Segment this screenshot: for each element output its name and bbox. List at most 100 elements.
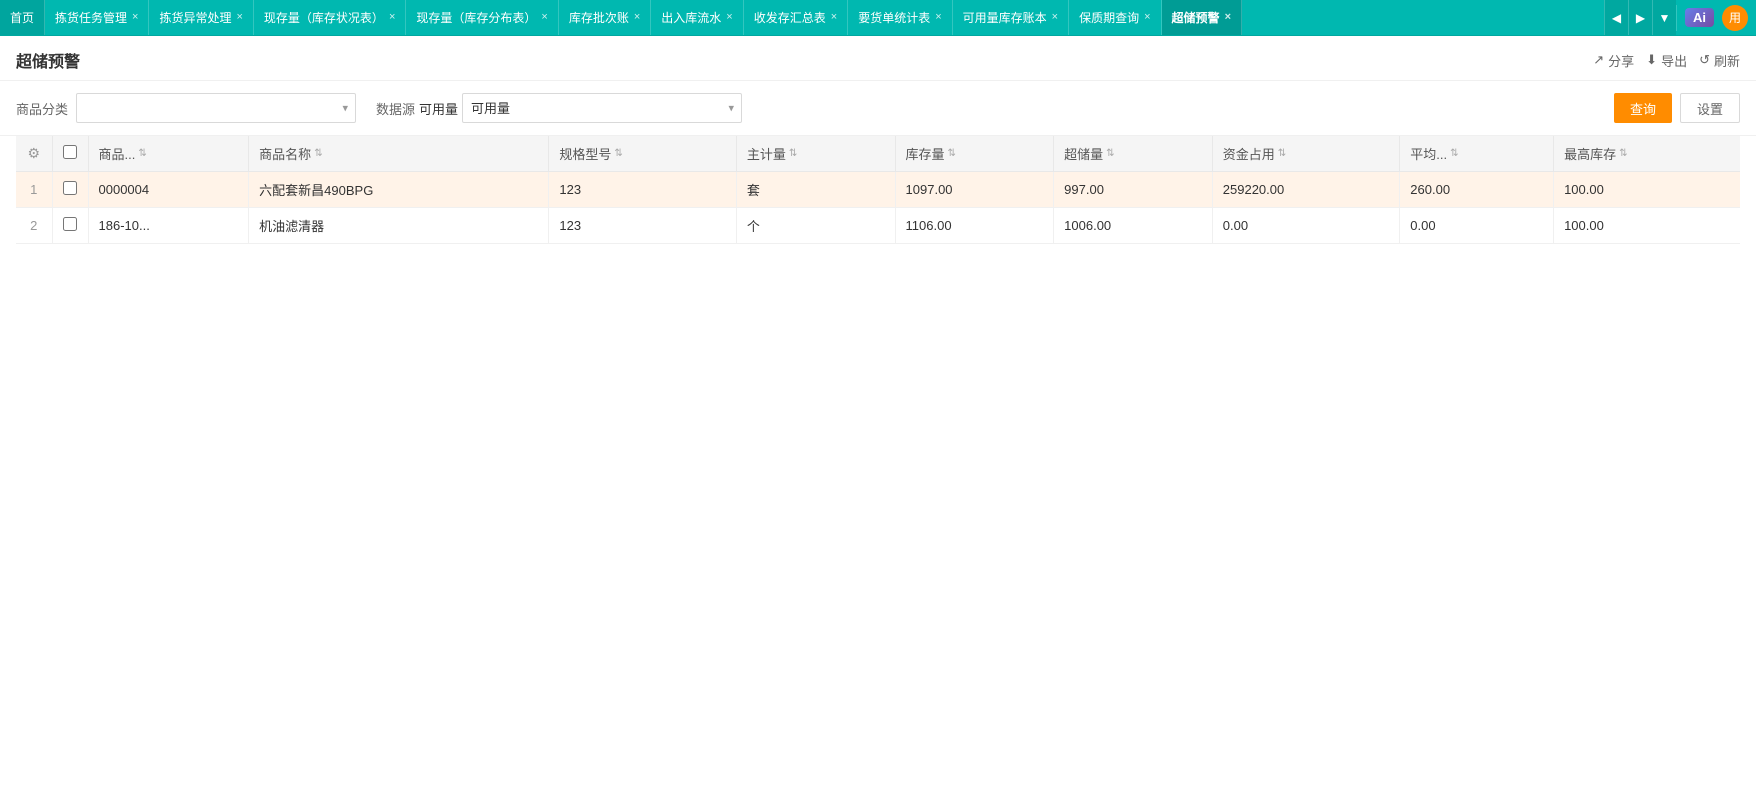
avatar[interactable]: 用 <box>1722 5 1748 31</box>
nav-item-7[interactable]: 收发存汇总表 × <box>744 0 848 36</box>
nav-close-icon-1[interactable]: × <box>132 12 138 23</box>
cell-max_stock-1: 100.00 <box>1554 208 1740 244</box>
table-header-row: ⚙ 商品... ⇅ 商品名称 ⇅ <box>16 136 1740 172</box>
share-icon: ↗ <box>1593 52 1604 68</box>
th-capital[interactable]: 资金占用 ⇅ <box>1212 136 1400 172</box>
nav-item-label-2: 拣货异常处理 <box>159 9 231 26</box>
page-actions: ↗ 分享 ⬇ 导出 ↺ 刷新 <box>1593 51 1740 70</box>
cell-capital-1: 0.00 <box>1212 208 1400 244</box>
nav-item-9[interactable]: 可用量库存账本 × <box>953 0 1069 36</box>
row-checkbox-0[interactable] <box>63 181 77 195</box>
datasource-select[interactable]: 可用量 <box>462 93 742 123</box>
table-row: 2186-10...机油滤清器123个1106.001006.000.000.0… <box>16 208 1740 244</box>
sort-icon-unit: ⇅ <box>789 148 797 159</box>
refresh-label: 刷新 <box>1714 51 1740 70</box>
nav-close-icon-4[interactable]: × <box>541 12 547 23</box>
sort-icon-overflow: ⇅ <box>1106 148 1114 159</box>
nav-item-label-4: 现存量（库存分布表） <box>416 9 536 26</box>
nav-close-icon-9[interactable]: × <box>1052 12 1058 23</box>
nav-item-10[interactable]: 保质期查询 × <box>1069 0 1161 36</box>
share-label: 分享 <box>1608 51 1634 70</box>
cell-max_stock-0: 100.00 <box>1554 172 1740 208</box>
table-row: 10000004六配套新昌490BPG123套1097.00997.002592… <box>16 172 1740 208</box>
nav-item-4[interactable]: 现存量（库存分布表） × <box>406 0 558 36</box>
sort-icon-stock: ⇅ <box>948 148 956 159</box>
nav-close-icon-3[interactable]: × <box>389 12 395 23</box>
nav-next-button[interactable]: ▶ <box>1628 0 1652 36</box>
cell-avg-0: 260.00 <box>1400 172 1554 208</box>
nav-arrows: ◀ ▶ ▼ <box>1604 0 1676 36</box>
nav-item-8[interactable]: 要货单统计表 × <box>848 0 952 36</box>
th-unit[interactable]: 主计量 ⇅ <box>736 136 895 172</box>
cell-spec-0: 123 <box>549 172 737 208</box>
row-settings-1: 2 <box>16 208 52 244</box>
nav-prev-button[interactable]: ◀ <box>1604 0 1628 36</box>
cell-product_code-0: 0000004 <box>88 172 249 208</box>
th-max-stock[interactable]: 最高库存 ⇅ <box>1554 136 1740 172</box>
category-label: 商品分类 <box>16 99 68 118</box>
table-gear-icon[interactable]: ⚙ <box>27 145 40 161</box>
sort-icon-avg: ⇅ <box>1450 148 1458 159</box>
nav-item-label-8: 要货单统计表 <box>858 9 930 26</box>
th-product-code[interactable]: 商品... ⇅ <box>88 136 249 172</box>
query-button[interactable]: 查询 <box>1614 93 1672 123</box>
refresh-link[interactable]: ↺ 刷新 <box>1699 51 1740 70</box>
row-checkbox-1[interactable] <box>63 217 77 231</box>
nav-item-label-7: 收发存汇总表 <box>754 9 826 26</box>
cell-product_code-1: 186-10... <box>88 208 249 244</box>
nav-item-label-0: 首页 <box>10 9 34 26</box>
export-link[interactable]: ⬇ 导出 <box>1646 51 1687 70</box>
cell-stock-0: 1097.00 <box>895 172 1054 208</box>
nav-item-2[interactable]: 拣货异常处理 × <box>149 0 253 36</box>
th-spec[interactable]: 规格型号 ⇅ <box>549 136 737 172</box>
nav-close-icon-8[interactable]: × <box>935 12 941 23</box>
page-header: 超储预警 ↗ 分享 ⬇ 导出 ↺ 刷新 <box>0 36 1756 81</box>
cell-unit-1: 个 <box>736 208 895 244</box>
nav-item-0[interactable]: 首页 <box>0 0 45 36</box>
filter-bar: 商品分类 ▾ 数据源 可用量 可用量 ▾ 查询 设置 <box>0 81 1756 136</box>
nav-item-1[interactable]: 拣货任务管理 × <box>45 0 149 36</box>
th-overflow[interactable]: 超储量 ⇅ <box>1054 136 1213 172</box>
top-navigation: 首页拣货任务管理 ×拣货异常处理 ×现存量（库存状况表） ×现存量（库存分布表）… <box>0 0 1756 36</box>
cell-overflow-0: 997.00 <box>1054 172 1213 208</box>
cell-product_name-1: 机油滤清器 <box>249 208 549 244</box>
th-checkbox <box>52 136 88 172</box>
share-link[interactable]: ↗ 分享 <box>1593 51 1634 70</box>
sort-icon-product-name: ⇅ <box>314 148 322 159</box>
sort-icon-max-stock: ⇅ <box>1619 148 1627 159</box>
nav-close-icon-10[interactable]: × <box>1144 12 1150 23</box>
export-icon: ⬇ <box>1646 52 1657 68</box>
th-stock[interactable]: 库存量 ⇅ <box>895 136 1054 172</box>
page-content: 超储预警 ↗ 分享 ⬇ 导出 ↺ 刷新 商品分类 ▾ <box>0 36 1756 800</box>
nav-item-label-9: 可用量库存账本 <box>963 9 1047 26</box>
nav-item-label-3: 现存量（库存状况表） <box>264 9 384 26</box>
cell-product_name-0: 六配套新昌490BPG <box>249 172 549 208</box>
nav-item-label-6: 出入库流水 <box>661 9 721 26</box>
nav-item-label-11: 超储预警 <box>1172 9 1220 26</box>
cell-stock-1: 1106.00 <box>895 208 1054 244</box>
sort-icon-spec: ⇅ <box>614 148 622 159</box>
nav-close-icon-11[interactable]: × <box>1225 12 1231 23</box>
nav-item-11[interactable]: 超储预警 × <box>1162 0 1242 36</box>
nav-close-icon-5[interactable]: × <box>634 12 640 23</box>
select-all-checkbox[interactable] <box>63 145 77 159</box>
row-settings-0: 1 <box>16 172 52 208</box>
ai-badge[interactable]: Ai <box>1685 8 1714 27</box>
settings-button[interactable]: 设置 <box>1680 93 1740 123</box>
nav-item-6[interactable]: 出入库流水 × <box>651 0 743 36</box>
nav-more-button[interactable]: ▼ <box>1652 0 1676 36</box>
cell-overflow-1: 1006.00 <box>1054 208 1213 244</box>
nav-close-icon-6[interactable]: × <box>726 12 732 23</box>
nav-close-icon-7[interactable]: × <box>831 12 837 23</box>
cell-spec-1: 123 <box>549 208 737 244</box>
datasource-label: 数据源 <box>376 99 415 118</box>
nav-item-3[interactable]: 现存量（库存状况表） × <box>254 0 406 36</box>
category-select-wrap: ▾ <box>76 93 356 123</box>
th-product-name[interactable]: 商品名称 ⇅ <box>249 136 549 172</box>
nav-item-5[interactable]: 库存批次账 × <box>559 0 651 36</box>
row-checkbox-cell-1 <box>52 208 88 244</box>
category-select[interactable] <box>76 93 356 123</box>
th-avg[interactable]: 平均... ⇅ <box>1400 136 1554 172</box>
category-filter: 商品分类 ▾ <box>16 93 356 123</box>
nav-close-icon-2[interactable]: × <box>236 12 242 23</box>
